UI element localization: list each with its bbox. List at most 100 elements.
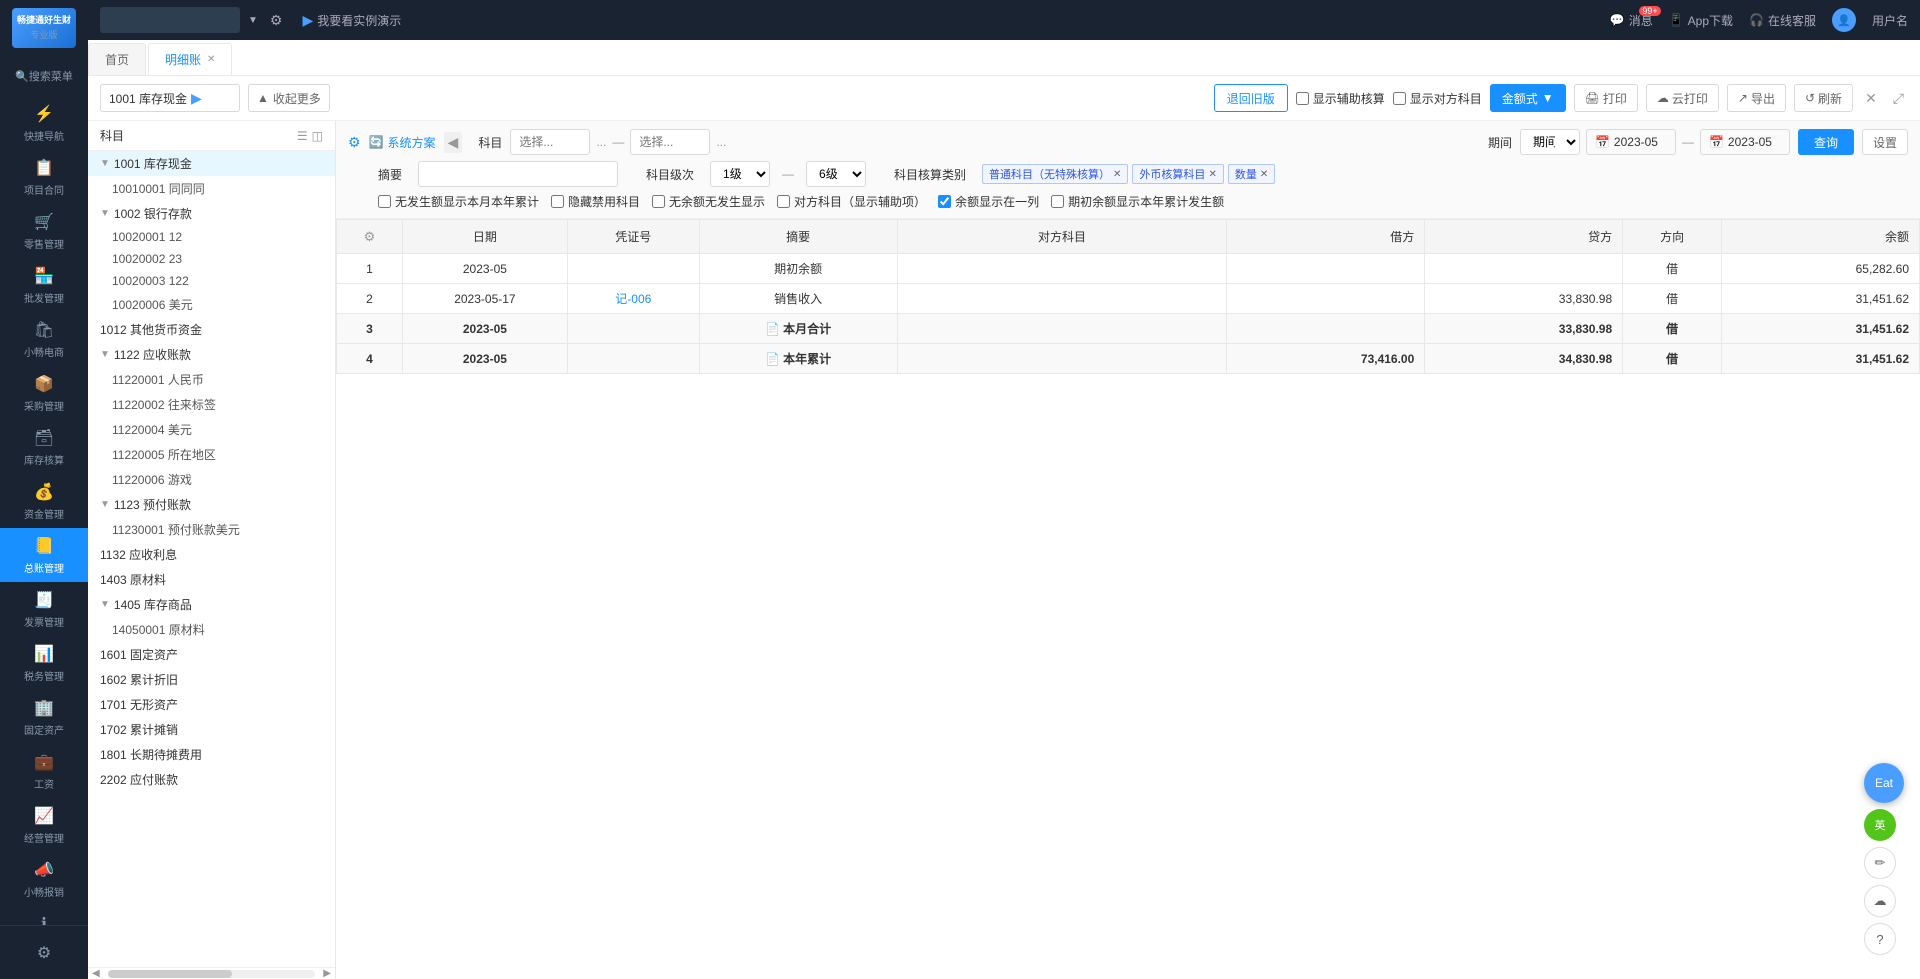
- topbar-app-btn[interactable]: 📱 App下载: [1669, 12, 1733, 29]
- cb-contra-aux[interactable]: 对方科目（显示辅助项）: [777, 193, 926, 210]
- list-view-icon[interactable]: ☰: [297, 129, 308, 143]
- query-btn[interactable]: 查询: [1798, 129, 1854, 155]
- tree-item-1122[interactable]: ▼ 1122 应收账款: [88, 342, 335, 367]
- cb-no-balance-input[interactable]: [652, 195, 665, 208]
- topbar-search-input[interactable]: [100, 7, 240, 33]
- cb-opening-amount-input[interactable]: [1051, 195, 1064, 208]
- table-settings-icon[interactable]: ⚙: [364, 229, 376, 244]
- collapse-more-btn[interactable]: ▲ 收起更多: [248, 84, 330, 112]
- refresh-btn[interactable]: ↺ 刷新: [1794, 84, 1853, 112]
- subject-to-input[interactable]: [630, 129, 710, 155]
- sidebar-item-purchase[interactable]: 📦 采购管理: [0, 366, 88, 420]
- cb-balance-one-col-input[interactable]: [938, 195, 951, 208]
- tag-close-icon[interactable]: ✕: [1260, 169, 1268, 180]
- sidebar-item-quicknav[interactable]: ⚡ 快捷导航: [0, 96, 88, 150]
- collapse-tree-icon[interactable]: ◫: [312, 129, 323, 143]
- floating-help-btn[interactable]: ?: [1864, 923, 1896, 955]
- cloud-print-btn[interactable]: ☁ 云打印: [1646, 84, 1719, 112]
- sidebar-item-ecom[interactable]: 🛍 小畅电商: [0, 312, 88, 366]
- print-btn[interactable]: 🖨 打印: [1574, 84, 1638, 112]
- summary-input[interactable]: [418, 161, 618, 187]
- sidebar-item-invoice[interactable]: 🧾 发票管理: [0, 582, 88, 636]
- gold-format-btn[interactable]: 金额式 ▼: [1490, 84, 1566, 112]
- cb-opening-amount[interactable]: 期初余额显示本年累计发生额: [1051, 193, 1224, 210]
- tab-close-icon[interactable]: ✕: [207, 54, 215, 65]
- cb-hide-disabled[interactable]: 隐藏禁用科目: [551, 193, 640, 210]
- panel-expand-btn[interactable]: ⤢: [1889, 86, 1908, 111]
- tree-item-10020006[interactable]: 10020006 美元: [88, 292, 335, 317]
- voucher-link[interactable]: 记-006: [615, 292, 651, 306]
- cb-balance-one-col[interactable]: 余额显示在一列: [938, 193, 1039, 210]
- sidebar-item-ledger[interactable]: 📒 总账管理: [0, 528, 88, 582]
- scroll-left-btn[interactable]: ◀: [92, 968, 100, 979]
- export-btn[interactable]: ↗ 导出: [1727, 84, 1786, 112]
- tree-item-1001[interactable]: ▼ 1001 库存现金: [88, 151, 335, 176]
- cb-no-amount-input[interactable]: [378, 195, 391, 208]
- sidebar-item-inventory[interactable]: 🗃 库存核算: [0, 420, 88, 474]
- tree-item-11220002[interactable]: 11220002 往来标签: [88, 392, 335, 417]
- topbar-service-btn[interactable]: 🎧 在线客服: [1749, 12, 1816, 29]
- sidebar-settings-btn[interactable]: ⚙: [0, 925, 88, 979]
- tree-item-1403[interactable]: 1403 原材料: [88, 567, 335, 592]
- sidebar-item-management[interactable]: 📈 经营管理: [0, 798, 88, 852]
- sidebar-item-tax[interactable]: 📊 税务管理: [0, 636, 88, 690]
- topbar-msg-btn[interactable]: 💬 消息 99+: [1610, 12, 1653, 29]
- tree-item-1123[interactable]: ▼ 1123 预付账款: [88, 492, 335, 517]
- sidebar-search[interactable]: 🔍 搜索菜单: [0, 56, 88, 96]
- date-to-input[interactable]: 📅 2023-05: [1700, 129, 1790, 155]
- sidebar-item-contract[interactable]: 📋 项目合同: [0, 150, 88, 204]
- tree-item-10010001[interactable]: 10010001 同同同: [88, 176, 335, 201]
- tree-item-11220001[interactable]: 11220001 人民币: [88, 367, 335, 392]
- sidebar-item-finance[interactable]: 💰 资金管理: [0, 474, 88, 528]
- tree-item-10020003[interactable]: 10020003 122: [88, 270, 335, 292]
- return-old-btn[interactable]: 退回旧版: [1214, 84, 1288, 112]
- period-type-select[interactable]: 期间: [1520, 129, 1580, 155]
- row-voucher[interactable]: 记-006: [567, 284, 699, 314]
- topbar-demo-btn[interactable]: ▶ 我要看实例演示: [302, 12, 401, 29]
- tag-close-icon[interactable]: ✕: [1113, 169, 1121, 180]
- show-contra-input[interactable]: [1393, 92, 1406, 105]
- cb-hide-disabled-input[interactable]: [551, 195, 564, 208]
- tree-item-1132[interactable]: 1132 应收利息: [88, 542, 335, 567]
- panel-close-btn[interactable]: ✕: [1861, 86, 1881, 111]
- filter-scheme-btn[interactable]: 🔄 系统方案: [369, 134, 436, 151]
- level-from-select[interactable]: 1级: [710, 161, 770, 187]
- date-from-input[interactable]: 📅 2023-05: [1586, 129, 1676, 155]
- sidebar-item-wholesale[interactable]: 🏪 批发管理: [0, 258, 88, 312]
- sidebar-item-basicinfo[interactable]: ℹ 基础信息: [0, 906, 88, 925]
- sidebar-item-expense[interactable]: 📣 小畅报销: [0, 852, 88, 906]
- sidebar-item-payroll[interactable]: 💼 工资: [0, 744, 88, 798]
- tab-home[interactable]: 首页: [88, 43, 146, 75]
- col-header-settings[interactable]: ⚙: [337, 220, 403, 254]
- show-contra-checkbox[interactable]: 显示对方科目: [1393, 90, 1482, 107]
- tree-item-11220005[interactable]: 11220005 所在地区: [88, 442, 335, 467]
- tree-item-1405[interactable]: ▼ 1405 库存商品: [88, 592, 335, 617]
- account-selector[interactable]: 1001 库存现金 ▶: [100, 84, 240, 112]
- topbar-dropdown-btn[interactable]: ▼: [248, 15, 258, 26]
- show-aux-checkbox[interactable]: 显示辅助核算: [1296, 90, 1385, 107]
- floating-cloud-btn[interactable]: ☁: [1864, 885, 1896, 917]
- tab-ledger[interactable]: 明细账 ✕: [148, 43, 232, 75]
- filter-collapse-btn[interactable]: ◀: [444, 132, 463, 153]
- filter-settings-icon[interactable]: ⚙: [348, 134, 361, 151]
- topbar-gear-icon[interactable]: ⚙: [270, 12, 283, 29]
- subject-from-input[interactable]: [510, 129, 590, 155]
- filter-settings-btn[interactable]: 设置: [1862, 129, 1908, 155]
- tree-item-1701[interactable]: 1701 无形资产: [88, 692, 335, 717]
- tree-item-11220006[interactable]: 11220006 游戏: [88, 467, 335, 492]
- scroll-right-btn[interactable]: ▶: [323, 968, 331, 979]
- tree-item-1012[interactable]: 1012 其他货币资金: [88, 317, 335, 342]
- tree-item-10020002[interactable]: 10020002 23: [88, 248, 335, 270]
- tree-item-10020001[interactable]: 10020001 12: [88, 226, 335, 248]
- show-aux-input[interactable]: [1296, 92, 1309, 105]
- tree-item-1801[interactable]: 1801 长期待摊费用: [88, 742, 335, 767]
- horizontal-scrollbar[interactable]: [108, 970, 316, 978]
- tree-item-14050001[interactable]: 14050001 原材料: [88, 617, 335, 642]
- cb-contra-aux-input[interactable]: [777, 195, 790, 208]
- tag-close-icon[interactable]: ✕: [1208, 169, 1216, 180]
- floating-eat-btn[interactable]: Eat: [1864, 763, 1904, 803]
- floating-edit-btn[interactable]: ✏: [1864, 847, 1896, 879]
- tree-item-1702[interactable]: 1702 累计摊销: [88, 717, 335, 742]
- sidebar-item-retail[interactable]: 🛒 零售管理: [0, 204, 88, 258]
- sidebar-item-assets[interactable]: 🏢 固定资产: [0, 690, 88, 744]
